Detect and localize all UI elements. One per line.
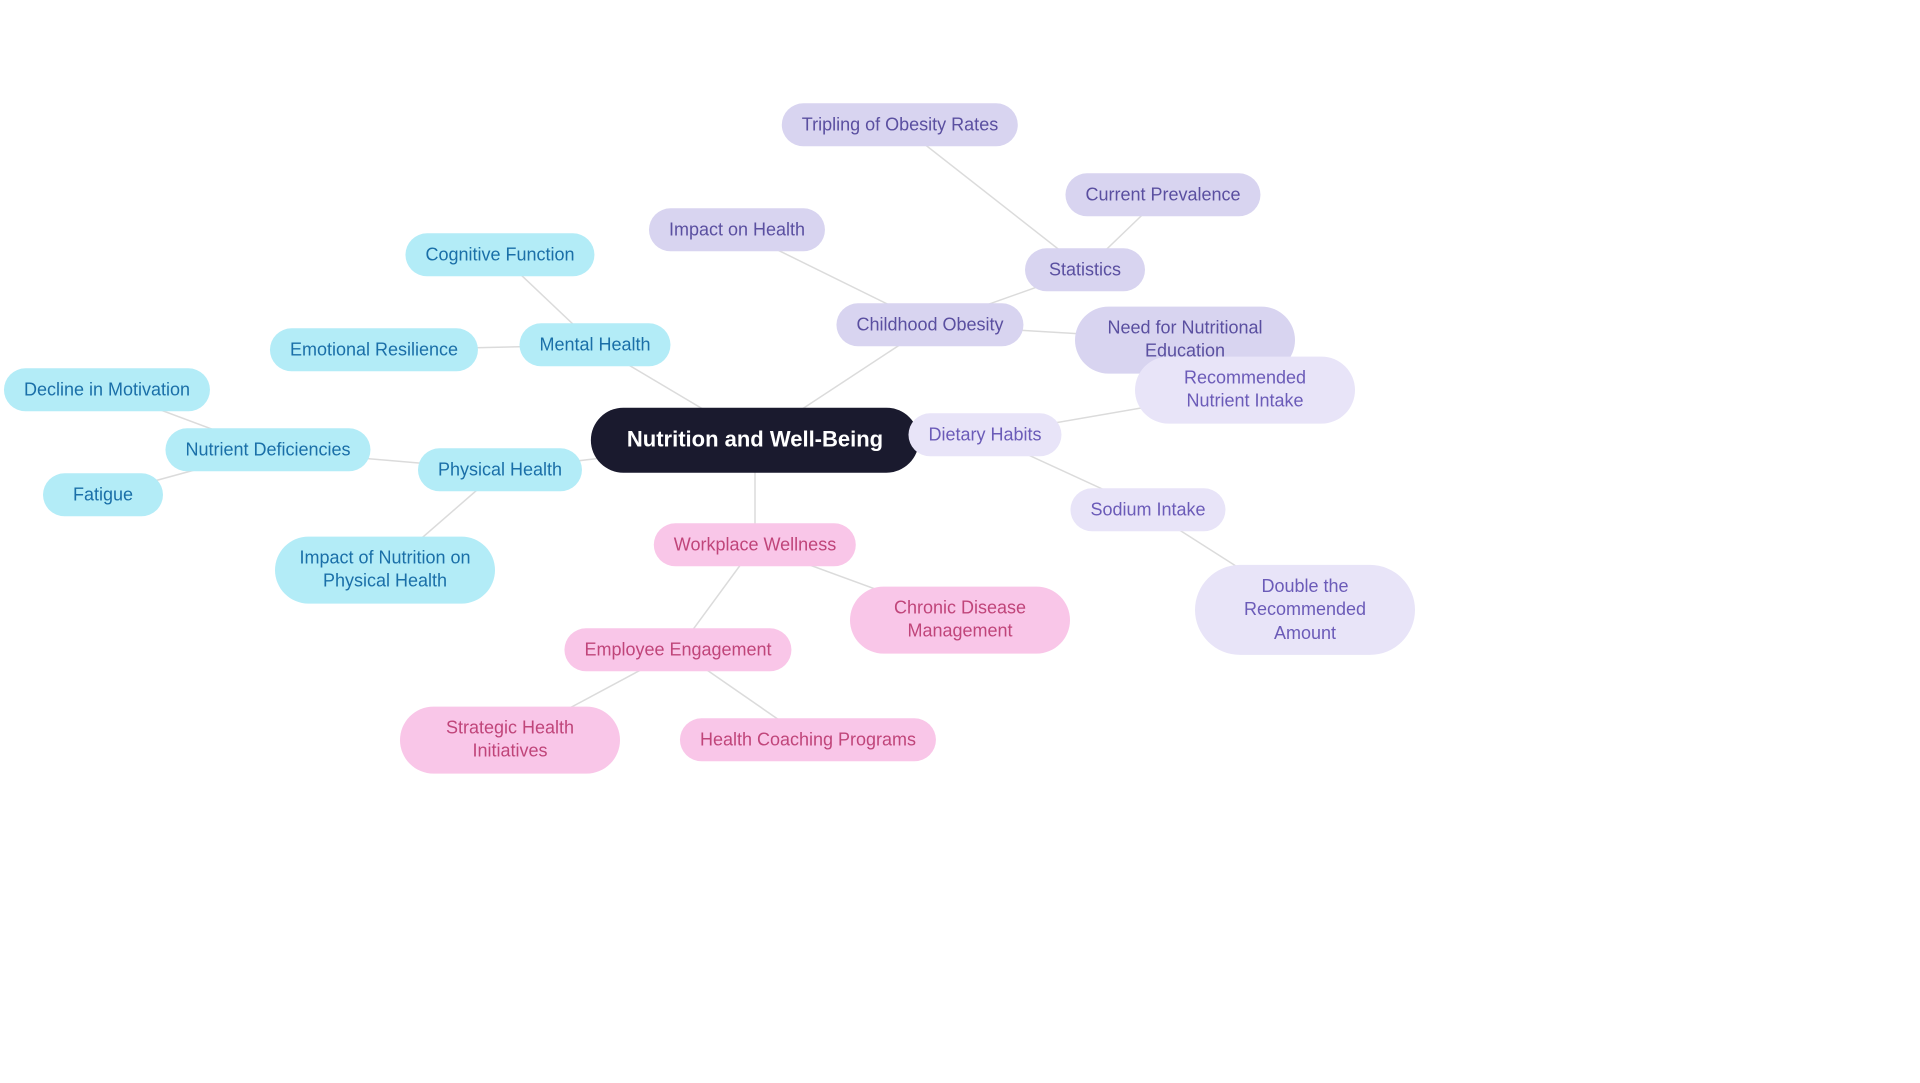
- node-workplace-wellness[interactable]: Workplace Wellness: [654, 523, 856, 566]
- node-health-coaching[interactable]: Health Coaching Programs: [680, 718, 936, 761]
- node-nutrient-deficiencies[interactable]: Nutrient Deficiencies: [165, 428, 370, 471]
- node-physical-health[interactable]: Physical Health: [418, 448, 582, 491]
- node-childhood-obesity[interactable]: Childhood Obesity: [836, 303, 1023, 346]
- node-cognitive-function[interactable]: Cognitive Function: [405, 233, 594, 276]
- node-decline-in-motivation[interactable]: Decline in Motivation: [4, 368, 210, 411]
- node-tripling-obesity[interactable]: Tripling of Obesity Rates: [782, 103, 1018, 146]
- node-dietary-habits[interactable]: Dietary Habits: [908, 413, 1061, 456]
- node-sodium-intake[interactable]: Sodium Intake: [1070, 488, 1225, 531]
- node-recommended-nutrient[interactable]: Recommended Nutrient Intake: [1135, 357, 1355, 424]
- node-chronic-disease[interactable]: Chronic Disease Management: [850, 587, 1070, 654]
- node-impact-nutrition-physical[interactable]: Impact of Nutrition on Physical Health: [275, 537, 495, 604]
- mindmap-container: Nutrition and Well-Being Mental Health Cog…: [0, 0, 1920, 1083]
- node-mental-health[interactable]: Mental Health: [519, 323, 670, 366]
- center-node[interactable]: Nutrition and Well-Being: [591, 408, 919, 473]
- node-strategic-health[interactable]: Strategic Health Initiatives: [400, 707, 620, 774]
- node-employee-engagement[interactable]: Employee Engagement: [564, 628, 791, 671]
- connections-svg: [0, 0, 1920, 1083]
- node-fatigue[interactable]: Fatigue: [43, 473, 163, 516]
- node-double-recommended[interactable]: Double the Recommended Amount: [1195, 565, 1415, 655]
- node-emotional-resilience[interactable]: Emotional Resilience: [270, 328, 478, 371]
- node-statistics[interactable]: Statistics: [1025, 248, 1145, 291]
- node-impact-on-health[interactable]: Impact on Health: [649, 208, 825, 251]
- node-current-prevalence[interactable]: Current Prevalence: [1065, 173, 1260, 216]
